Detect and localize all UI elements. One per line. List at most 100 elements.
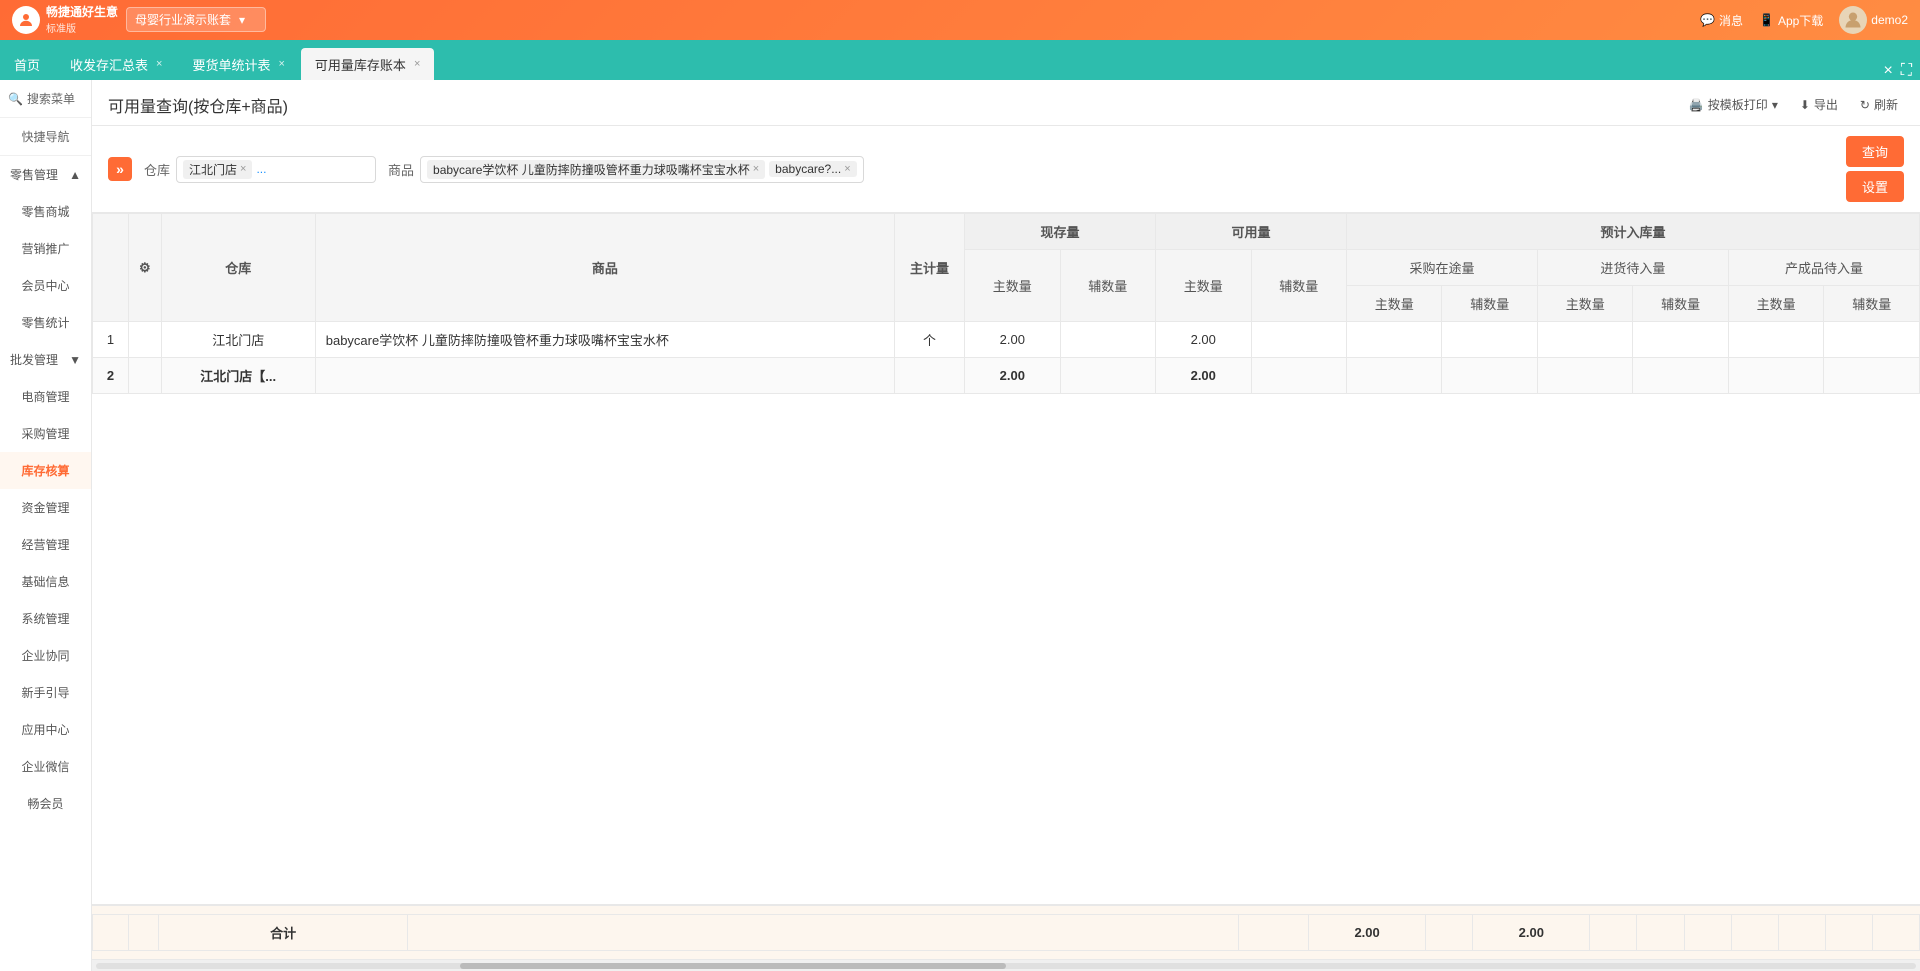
expand-tabs[interactable]: ⛶ <box>1901 62 1912 80</box>
product-filter-input[interactable]: babycare学饮杯 儿童防摔防撞吸管杯重力球吸嘴杯宝宝水杯 × babyca… <box>420 156 864 183</box>
sidebar-item-zero-mall[interactable]: 零售商城 <box>0 193 91 230</box>
cell-warehouse-2: 江北门店【... <box>161 358 315 394</box>
filter-expand-btn[interactable]: » <box>108 157 132 181</box>
page-actions: 🖨️ 按模板打印 ▾ ⬇ 导出 ↻ 刷新 <box>1683 92 1904 117</box>
arrow-icon-wholesale: ▼ <box>69 353 81 367</box>
cell-stock-aux-1 <box>1060 322 1155 358</box>
query-btn[interactable]: 查询 <box>1846 136 1904 167</box>
message-btn[interactable]: 💬 消息 <box>1700 12 1743 29</box>
cell-unit-1: 个 <box>895 322 965 358</box>
cell-rownum-2: 2 <box>93 358 129 394</box>
cell-product-1: babycare学饮杯 儿童防摔防撞吸管杯重力球吸嘴杯宝宝水杯 <box>315 322 894 358</box>
avatar <box>1839 6 1867 34</box>
cell-stock-main-2: 2.00 <box>965 358 1060 394</box>
sidebar-item-finance[interactable]: 资金管理 <box>0 489 91 526</box>
th-product-main: 主数量 <box>1728 286 1823 322</box>
sidebar-item-zero-sales[interactable]: 零售管理 ▲ <box>0 156 91 193</box>
user-avatar-btn[interactable]: demo2 <box>1839 6 1908 34</box>
cell-warehouse-1: 江北门店 <box>161 322 315 358</box>
tenant-selector[interactable]: 母婴行业演示账套 ▾ <box>126 7 266 32</box>
arrow-icon: ▲ <box>69 168 81 182</box>
th-purchase-aux: 辅数量 <box>1442 286 1537 322</box>
cell-avail-main-1: 2.00 <box>1156 322 1251 358</box>
tab-order[interactable]: 要货单统计表 × <box>178 48 298 80</box>
th-available-main-qty: 主数量 <box>1156 250 1251 322</box>
cell-prod-aux-2 <box>1824 358 1920 394</box>
nav-tabs: 首页 收发存汇总表 × 要货单统计表 × 可用量库存账本 × × ⛶ <box>0 40 1920 80</box>
warehouse-filter-group: 仓库 江北门店 × ... <box>144 156 376 183</box>
th-main-unit: 主计量 <box>895 214 965 322</box>
th-product-pending: 产成品待入量 <box>1728 250 1919 286</box>
search-icon: 🔍 <box>8 92 23 106</box>
sidebar-item-marketing[interactable]: 营销推广 <box>0 230 91 267</box>
table-container: ⚙ 仓库 商品 主计量 现存量 可用量 预计入库量 主数量 辅数量 主数量 辅数… <box>92 213 1920 904</box>
th-stock-main-qty: 主数量 <box>965 250 1060 322</box>
logo-text: 畅捷通好生意 标准版 <box>46 5 118 34</box>
product-tag-2-close[interactable]: × <box>844 163 850 175</box>
warehouse-filter-input[interactable]: 江北门店 × ... <box>176 156 376 183</box>
sidebar-item-wechat[interactable]: 企业微信 <box>0 748 91 785</box>
th-available: 可用量 <box>1156 214 1347 250</box>
filter-right: 查询 设置 <box>1846 136 1904 202</box>
cell-pur-aux-1 <box>1442 322 1537 358</box>
refresh-btn[interactable]: ↻ 刷新 <box>1854 92 1904 117</box>
sidebar-item-newbie[interactable]: 新手引导 <box>0 674 91 711</box>
sidebar-item-base[interactable]: 基础信息 <box>0 563 91 600</box>
cell-inb-main-1 <box>1537 322 1632 358</box>
app-download-btn[interactable]: 📱 App下载 <box>1759 12 1823 29</box>
page-title: 可用量查询(按仓库+商品) <box>108 93 288 117</box>
cell-prod-main-2 <box>1728 358 1823 394</box>
cell-pur-main-2 <box>1346 358 1441 394</box>
sidebar-item-enterprise[interactable]: 企业协同 <box>0 637 91 674</box>
cell-avail-aux-1 <box>1251 322 1346 358</box>
sidebar-item-zero-stats[interactable]: 零售统计 <box>0 304 91 341</box>
th-stock-aux-qty: 辅数量 <box>1060 250 1155 322</box>
close-tab-order[interactable]: × <box>278 58 284 70</box>
close-all-tabs[interactable]: × <box>1883 62 1892 80</box>
product-tag-1-close[interactable]: × <box>753 163 759 175</box>
scrollbar-track <box>96 963 1916 969</box>
tab-available[interactable]: 可用量库存账本 × <box>301 48 434 80</box>
export-btn[interactable]: ⬇ 导出 <box>1794 92 1844 117</box>
sidebar-item-vip[interactable]: 畅会员 <box>0 785 91 822</box>
sidebar-item-system[interactable]: 系统管理 <box>0 600 91 637</box>
sidebar-search[interactable]: 🔍 搜索菜单 <box>0 80 91 118</box>
cell-stock-main-1: 2.00 <box>965 322 1060 358</box>
sidebar: 🔍 搜索菜单 快捷导航 零售管理 ▲ 零售商城 营销推广 会员中心 零售统计 批… <box>0 80 92 971</box>
th-settings[interactable]: ⚙ <box>129 214 162 322</box>
th-purchase-main: 主数量 <box>1346 286 1441 322</box>
close-tab-receive[interactable]: × <box>156 58 162 70</box>
footer-stock-main: 2.00 <box>1309 915 1426 951</box>
sidebar-item-ops[interactable]: 经营管理 <box>0 526 91 563</box>
export-icon: ⬇ <box>1800 98 1810 112</box>
th-inbound-pending: 进货待入量 <box>1537 250 1728 286</box>
th-product-aux: 辅数量 <box>1824 286 1920 322</box>
horizontal-scrollbar[interactable] <box>92 959 1920 971</box>
cell-inb-aux-1 <box>1633 322 1728 358</box>
tab-home[interactable]: 首页 <box>0 48 54 80</box>
th-available-aux-qty: 辅数量 <box>1251 250 1346 322</box>
sidebar-item-member[interactable]: 会员中心 <box>0 267 91 304</box>
th-product: 商品 <box>315 214 894 322</box>
scrollbar-thumb[interactable] <box>460 963 1006 969</box>
cell-rownum-1: 1 <box>93 322 129 358</box>
sidebar-item-appcenter[interactable]: 应用中心 <box>0 711 91 748</box>
close-tab-available[interactable]: × <box>414 58 420 70</box>
table-row-subtotal: 2 江北门店【... 2.00 2.00 <box>93 358 1920 394</box>
sidebar-quick-nav[interactable]: 快捷导航 <box>0 118 91 156</box>
warehouse-tag-close[interactable]: × <box>240 163 246 175</box>
sidebar-item-purchase[interactable]: 采购管理 <box>0 415 91 452</box>
sidebar-item-ecom[interactable]: 电商管理 <box>0 378 91 415</box>
cell-product-2 <box>315 358 894 394</box>
settings-btn[interactable]: 设置 <box>1846 171 1904 202</box>
tab-receive[interactable]: 收发存汇总表 × <box>56 48 176 80</box>
sidebar-item-inventory[interactable]: 库存核算 <box>0 452 91 489</box>
main-layout: 🔍 搜索菜单 快捷导航 零售管理 ▲ 零售商城 营销推广 会员中心 零售统计 批… <box>0 80 1920 971</box>
print-btn[interactable]: 🖨️ 按模板打印 ▾ <box>1683 92 1784 117</box>
product-tag-2: babycare?... × <box>769 161 856 177</box>
cell-settings-1 <box>129 322 162 358</box>
filter-bar: » 仓库 江北门店 × ... 商品 babycare学饮杯 儿童防摔防撞吸管杯… <box>92 126 1920 213</box>
th-current-stock: 现存量 <box>965 214 1156 250</box>
top-bar-left: 畅捷通好生意 标准版 母婴行业演示账套 ▾ <box>12 5 266 34</box>
sidebar-item-wholesale[interactable]: 批发管理 ▼ <box>0 341 91 378</box>
